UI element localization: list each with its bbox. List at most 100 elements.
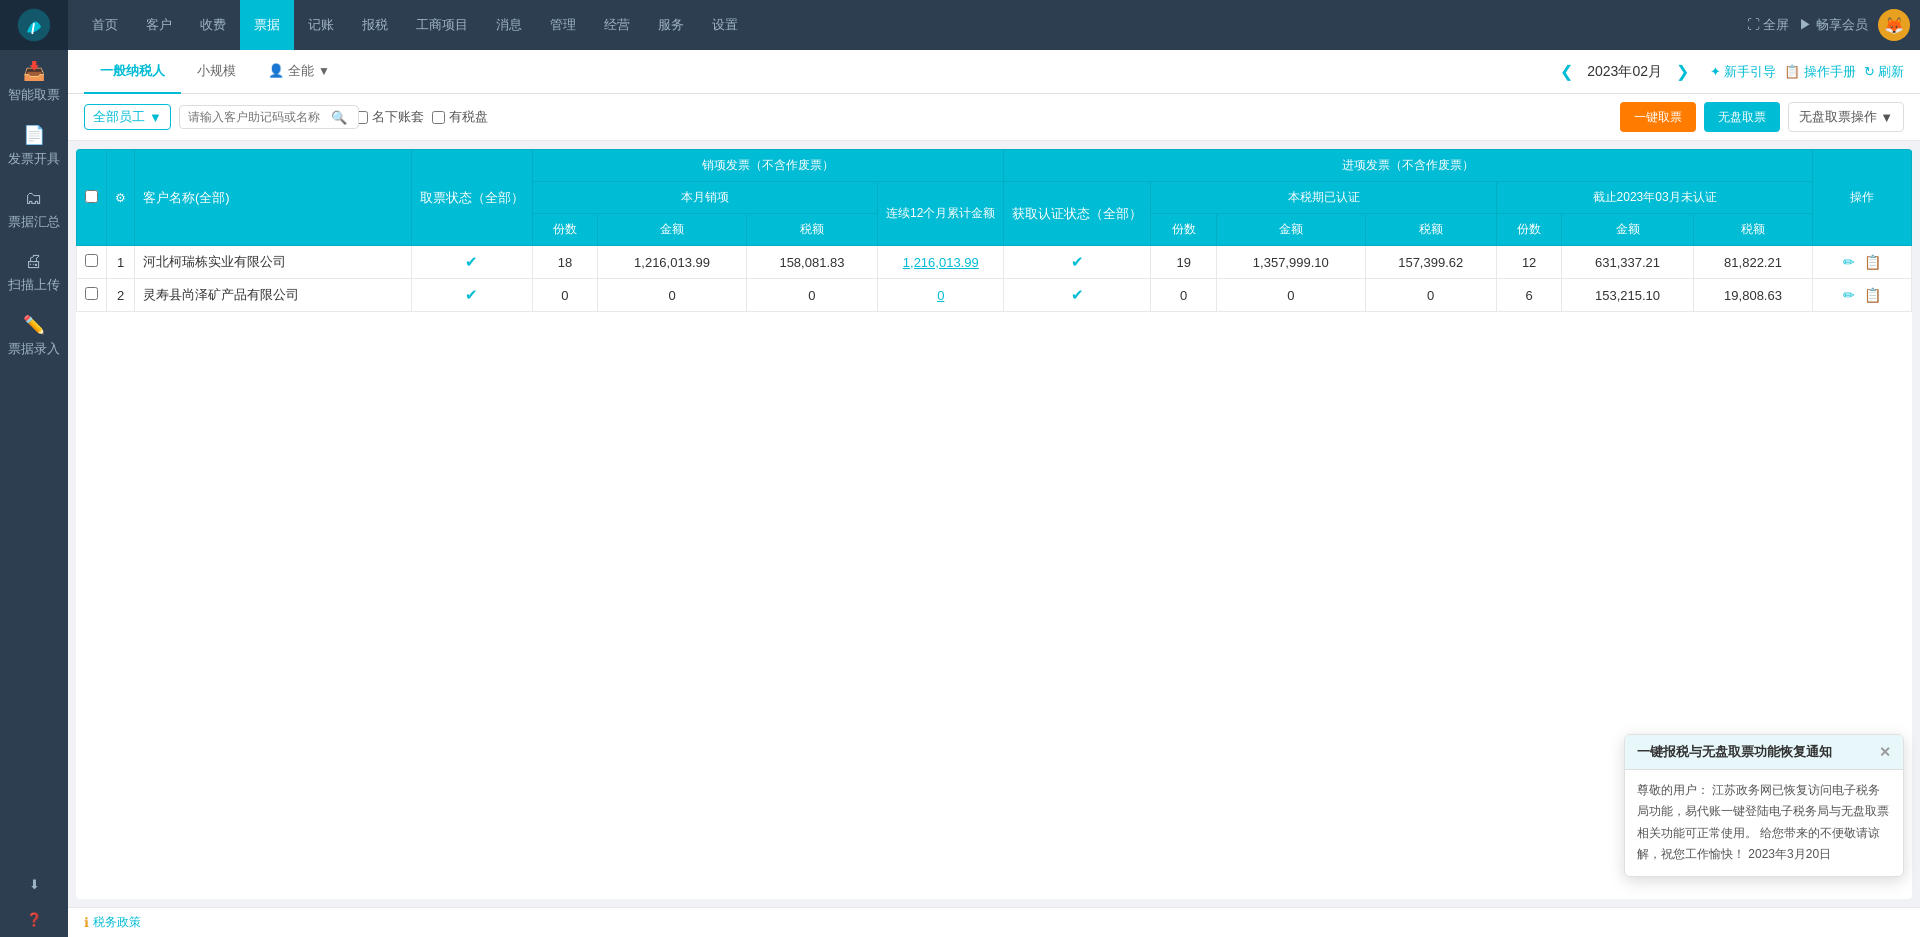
toolbar-right-actions: 一键取票 无盘取票 无盘取票操作 ▼ [1620,102,1904,132]
row-checkbox-cell[interactable] [77,279,107,312]
nav-settings[interactable]: 设置 [698,0,752,50]
row-fetch-status: ✔ [411,279,532,312]
fullscreen-btn[interactable]: ⛶ 全屏 [1747,16,1790,34]
row-cumulative-amount[interactable]: 0 [878,279,1004,312]
nav-industry[interactable]: 工商项目 [402,0,482,50]
tab-small-scale[interactable]: 小规模 [181,50,252,94]
page-footer: ℹ 税务政策 [68,907,1920,937]
tab-more-dropdown[interactable]: ▼ [318,64,330,78]
th-sales-invoice-group: 销项发票（不含作废票） [532,150,1004,182]
row-edit-btn[interactable]: ✏ [1843,287,1855,303]
row-monthly-count: 18 [532,246,598,279]
th-certify-status: 获取认证状态（全部） [1004,182,1151,246]
nav-operation[interactable]: 经营 [590,0,644,50]
tab-all[interactable]: 👤 全能 ▼ [252,50,346,94]
row-deadline-tax: 81,822.21 [1693,246,1813,279]
user-avatar[interactable]: 🦊 [1878,9,1910,41]
notif-body: 尊敬的用户： 江苏政务网已恢复访问电子税务局功能，易代账一键登陆电子税务局与无盘… [1625,770,1903,876]
row-period-count: 19 [1151,246,1217,279]
row-monthly-tax: 158,081.83 [746,246,877,279]
th-purchase-invoice-group: 进项发票（不含作废票） [1004,150,1813,182]
row-index: 1 [107,246,135,279]
no-disk-more-btn[interactable]: 无盘取票操作 ▼ [1788,102,1904,132]
tab-general-taxpayer[interactable]: 一般纳税人 [84,50,181,94]
sidebar-item-smart-fetch[interactable]: 📥 智能取票 [0,50,68,114]
one-click-fetch-btn[interactable]: 一键取票 [1620,102,1696,132]
notif-close-btn[interactable]: ✕ [1879,744,1891,760]
employee-filter[interactable]: 全部员工 ▼ [84,104,171,130]
th-period-amount: 金额 [1217,214,1366,246]
row-monthly-amount: 1,216,013.99 [598,246,747,279]
th-settings: ⚙ [107,150,135,246]
select-all-checkbox[interactable] [85,190,98,203]
row-certify-status: ✔ [1004,279,1151,312]
search-button[interactable]: 🔍 [331,110,347,125]
guide-icon: ✦ [1710,64,1721,79]
row-checkbox[interactable] [85,254,98,267]
refresh-icon: ↻ [1864,64,1875,79]
smart-fetch-icon: 📥 [23,60,45,82]
th-period-certified: 本税期已认证 [1151,182,1496,214]
row-checkbox[interactable] [85,287,98,300]
row-operation: ✏ 📋 [1813,246,1912,279]
row-certify-status: ✔ [1004,246,1151,279]
employee-filter-label: 全部员工 [93,108,145,126]
topnav-right: ⛶ 全屏 ▶ 畅享会员 🦊 [1747,9,1910,41]
tab-bar: 一般纳税人 小规模 👤 全能 ▼ ❮ 2023年02月 ❯ ✦ 新手引导 [68,50,1920,94]
nav-manage[interactable]: 管理 [536,0,590,50]
tax-disk-checkbox[interactable] [432,111,445,124]
nav-invoice[interactable]: 票据 [240,0,294,50]
notif-title: 一键报税与无盘取票功能恢复通知 [1637,743,1832,761]
all-icon: 👤 [268,63,284,78]
member-btn[interactable]: ▶ 畅享会员 [1799,16,1868,34]
nav-billing[interactable]: 收费 [186,0,240,50]
scan-upload-icon: 🖨 [25,251,43,272]
nav-service[interactable]: 服务 [644,0,698,50]
nav-bookkeeping[interactable]: 记账 [294,0,348,50]
row-edit-btn[interactable]: ✏ [1843,254,1855,270]
table-header-group: ⚙ 客户名称(全部) 取票状态（全部） 销项发票（不含作废票） 进项发票（不含作… [77,150,1912,182]
tax-disk-check[interactable]: 有税盘 [432,108,488,126]
th-monthly-sales: 本月销项 [532,182,877,214]
notif-scroll[interactable]: 尊敬的用户： 江苏政务网已恢复访问电子税务局功能，易代账一键登陆电子税务局与无盘… [1625,770,1903,876]
sidebar-help[interactable]: ❓ [0,902,68,937]
data-entry-icon: ✏️ [23,314,45,336]
row-cumulative-amount[interactable]: 1,216,013.99 [878,246,1004,279]
row-deadline-amount: 153,215.10 [1562,279,1693,312]
issue-invoice-icon: 📄 [23,124,45,146]
nav-message[interactable]: 消息 [482,0,536,50]
certify-status-icon: ✔ [1071,286,1084,303]
search-wrap: 🔍 [179,105,347,129]
sidebar-item-scan-upload[interactable]: 🖨 扫描上传 [0,241,68,304]
row-detail-btn[interactable]: 📋 [1864,287,1881,303]
row-monthly-count: 0 [532,279,598,312]
refresh-link[interactable]: ↻ 刷新 [1864,63,1904,81]
nav-tax[interactable]: 报税 [348,0,402,50]
date-label: 2023年02月 [1587,63,1662,81]
nav-home[interactable]: 首页 [78,0,132,50]
download-icon: ⬇ [29,877,40,892]
row-customer: 灵寿县尚泽矿产品有限公司 [135,279,412,312]
row-deadline-tax: 19,808.63 [1693,279,1813,312]
row-detail-btn[interactable]: 📋 [1864,254,1881,270]
manual-icon: 📋 [1784,64,1800,79]
date-next-btn[interactable]: ❯ [1672,61,1694,83]
sidebar-item-invoice-summary[interactable]: 🗂 票据汇总 [0,178,68,241]
top-nav: 首页 客户 收费 票据 记账 报税 工商项目 消息 管理 经营 服务 设置 ⛶ … [68,0,1920,50]
footer-tax-policy-link[interactable]: 税务政策 [93,914,141,931]
th-deadline-uncertified: 截止2023年03月未认证 [1496,182,1813,214]
th-monthly-amount: 金额 [598,214,747,246]
sidebar-item-issue-invoice[interactable]: 📄 发票开具 [0,114,68,178]
nav-customer[interactable]: 客户 [132,0,186,50]
no-disk-fetch-btn[interactable]: 无盘取票 [1704,102,1780,132]
row-checkbox-cell[interactable] [77,246,107,279]
th-operation: 操作 [1813,150,1912,246]
new-guide-link[interactable]: ✦ 新手引导 [1710,63,1776,81]
sub-account-check[interactable]: 名下账套 [355,108,424,126]
date-prev-btn[interactable]: ❮ [1555,61,1577,83]
row-index: 2 [107,279,135,312]
manual-link[interactable]: 📋 操作手册 [1784,63,1855,81]
th-period-count: 份数 [1151,214,1217,246]
sidebar-download[interactable]: ⬇ [0,867,68,902]
sidebar-item-data-entry[interactable]: ✏️ 票据录入 [0,304,68,368]
